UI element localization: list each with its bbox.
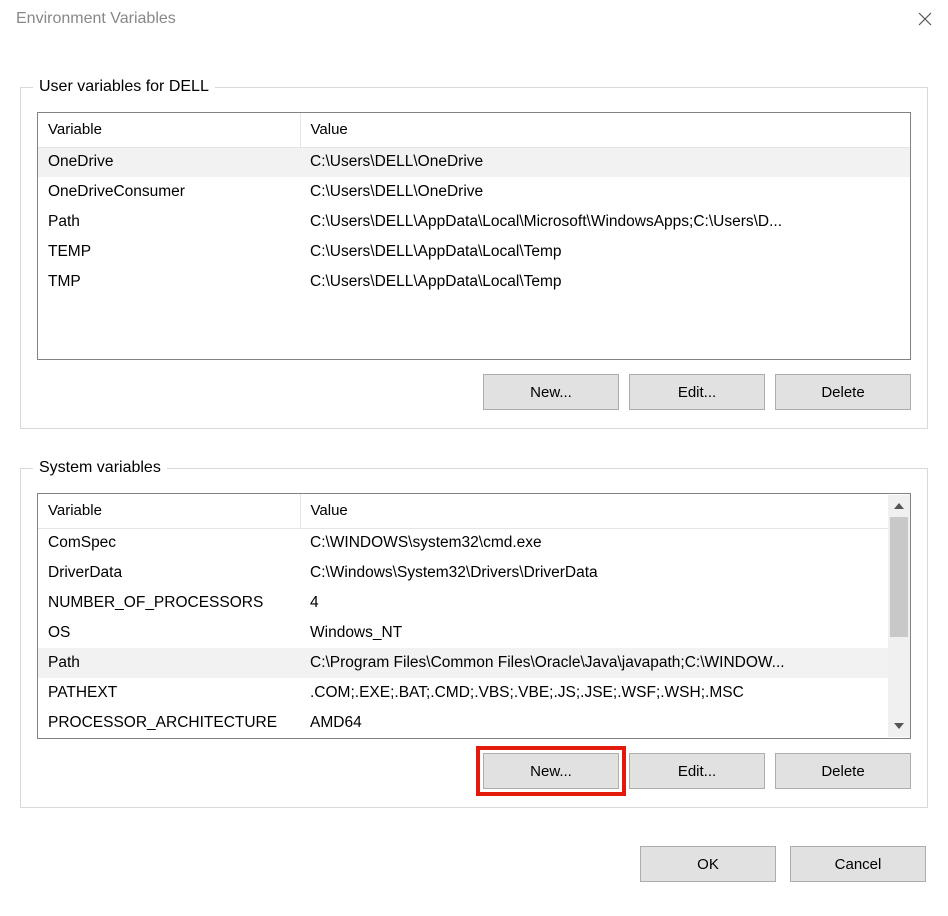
system-var-cell: NUMBER_OF_PROCESSORS — [38, 588, 300, 618]
system-delete-button[interactable]: Delete — [775, 753, 911, 789]
window-title: Environment Variables — [16, 10, 176, 28]
system-variables-table-wrap[interactable]: Variable Value ComSpecC:\WINDOWS\system3… — [37, 493, 911, 739]
system-var-cell: ComSpec — [38, 528, 300, 558]
user-var-cell: TMP — [38, 267, 300, 297]
system-variables-table: Variable Value ComSpecC:\WINDOWS\system3… — [38, 494, 888, 738]
system-val-cell: 4 — [300, 588, 888, 618]
system-row[interactable]: NUMBER_OF_PROCESSORS4 — [38, 588, 888, 618]
user-row[interactable]: PathC:\Users\DELL\AppData\Local\Microsof… — [38, 207, 910, 237]
system-var-cell: Path — [38, 648, 300, 678]
user-button-row: New... Edit... Delete — [37, 374, 911, 410]
user-col-variable[interactable]: Variable — [38, 113, 300, 147]
close-icon — [918, 12, 932, 26]
close-button[interactable] — [902, 4, 948, 34]
system-edit-button[interactable]: Edit... — [629, 753, 765, 789]
system-val-cell: C:\WINDOWS\system32\cmd.exe — [300, 528, 888, 558]
user-var-cell: TEMP — [38, 237, 300, 267]
user-variables-table: Variable Value OneDriveC:\Users\DELL\One… — [38, 113, 910, 297]
system-col-variable[interactable]: Variable — [38, 494, 300, 528]
system-row[interactable]: ComSpecC:\WINDOWS\system32\cmd.exe — [38, 528, 888, 558]
system-row[interactable]: PathC:\Program Files\Common Files\Oracle… — [38, 648, 888, 678]
user-variables-table-wrap[interactable]: Variable Value OneDriveC:\Users\DELL\One… — [37, 112, 911, 360]
system-row[interactable]: PROCESSOR_ARCHITECTUREAMD64 — [38, 708, 888, 738]
user-variables-group: User variables for DELL Variable Value O… — [20, 78, 928, 429]
user-var-cell: Path — [38, 207, 300, 237]
user-row[interactable]: OneDriveC:\Users\DELL\OneDrive — [38, 147, 910, 177]
user-val-cell: C:\Users\DELL\AppData\Local\Temp — [300, 267, 910, 297]
system-var-cell: OS — [38, 618, 300, 648]
system-val-cell: .COM;.EXE;.BAT;.CMD;.VBS;.VBE;.JS;.JSE;.… — [300, 678, 888, 708]
user-col-value[interactable]: Value — [300, 113, 910, 147]
cancel-button[interactable]: Cancel — [790, 846, 926, 882]
system-variables-legend: System variables — [33, 459, 167, 477]
system-val-cell: Windows_NT — [300, 618, 888, 648]
system-row[interactable]: DriverDataC:\Windows\System32\Drivers\Dr… — [38, 558, 888, 588]
system-val-cell: C:\Windows\System32\Drivers\DriverData — [300, 558, 888, 588]
system-var-cell: PROCESSOR_ARCHITECTURE — [38, 708, 300, 738]
user-val-cell: C:\Users\DELL\AppData\Local\Temp — [300, 237, 910, 267]
system-row[interactable]: OSWindows_NT — [38, 618, 888, 648]
user-val-cell: C:\Users\DELL\AppData\Local\Microsoft\Wi… — [300, 207, 910, 237]
system-val-cell: AMD64 — [300, 708, 888, 738]
user-delete-button[interactable]: Delete — [775, 374, 911, 410]
system-col-value[interactable]: Value — [300, 494, 888, 528]
user-variables-legend: User variables for DELL — [33, 78, 215, 96]
scroll-up-icon[interactable] — [888, 495, 910, 517]
scroll-down-icon[interactable] — [888, 715, 910, 737]
system-val-cell: C:\Program Files\Common Files\Oracle\Jav… — [300, 648, 888, 678]
system-row[interactable]: PATHEXT.COM;.EXE;.BAT;.CMD;.VBS;.VBE;.JS… — [38, 678, 888, 708]
scroll-thumb[interactable] — [890, 517, 908, 637]
titlebar: Environment Variables — [0, 0, 948, 38]
system-var-cell: PATHEXT — [38, 678, 300, 708]
ok-button[interactable]: OK — [640, 846, 776, 882]
user-row[interactable]: OneDriveConsumerC:\Users\DELL\OneDrive — [38, 177, 910, 207]
user-val-cell: C:\Users\DELL\OneDrive — [300, 177, 910, 207]
system-var-cell: DriverData — [38, 558, 300, 588]
user-edit-button[interactable]: Edit... — [629, 374, 765, 410]
dialog-footer: OK Cancel — [0, 818, 948, 892]
user-row[interactable]: TEMPC:\Users\DELL\AppData\Local\Temp — [38, 237, 910, 267]
system-button-row: New... Edit... Delete — [37, 753, 911, 789]
system-variables-group: System variables Variable Value ComSpecC… — [20, 459, 928, 808]
user-var-cell: OneDriveConsumer — [38, 177, 300, 207]
user-val-cell: C:\Users\DELL\OneDrive — [300, 147, 910, 177]
user-var-cell: OneDrive — [38, 147, 300, 177]
system-new-button[interactable]: New... — [483, 753, 619, 789]
user-new-button[interactable]: New... — [483, 374, 619, 410]
user-row[interactable]: TMPC:\Users\DELL\AppData\Local\Temp — [38, 267, 910, 297]
system-scrollbar[interactable] — [888, 495, 910, 737]
